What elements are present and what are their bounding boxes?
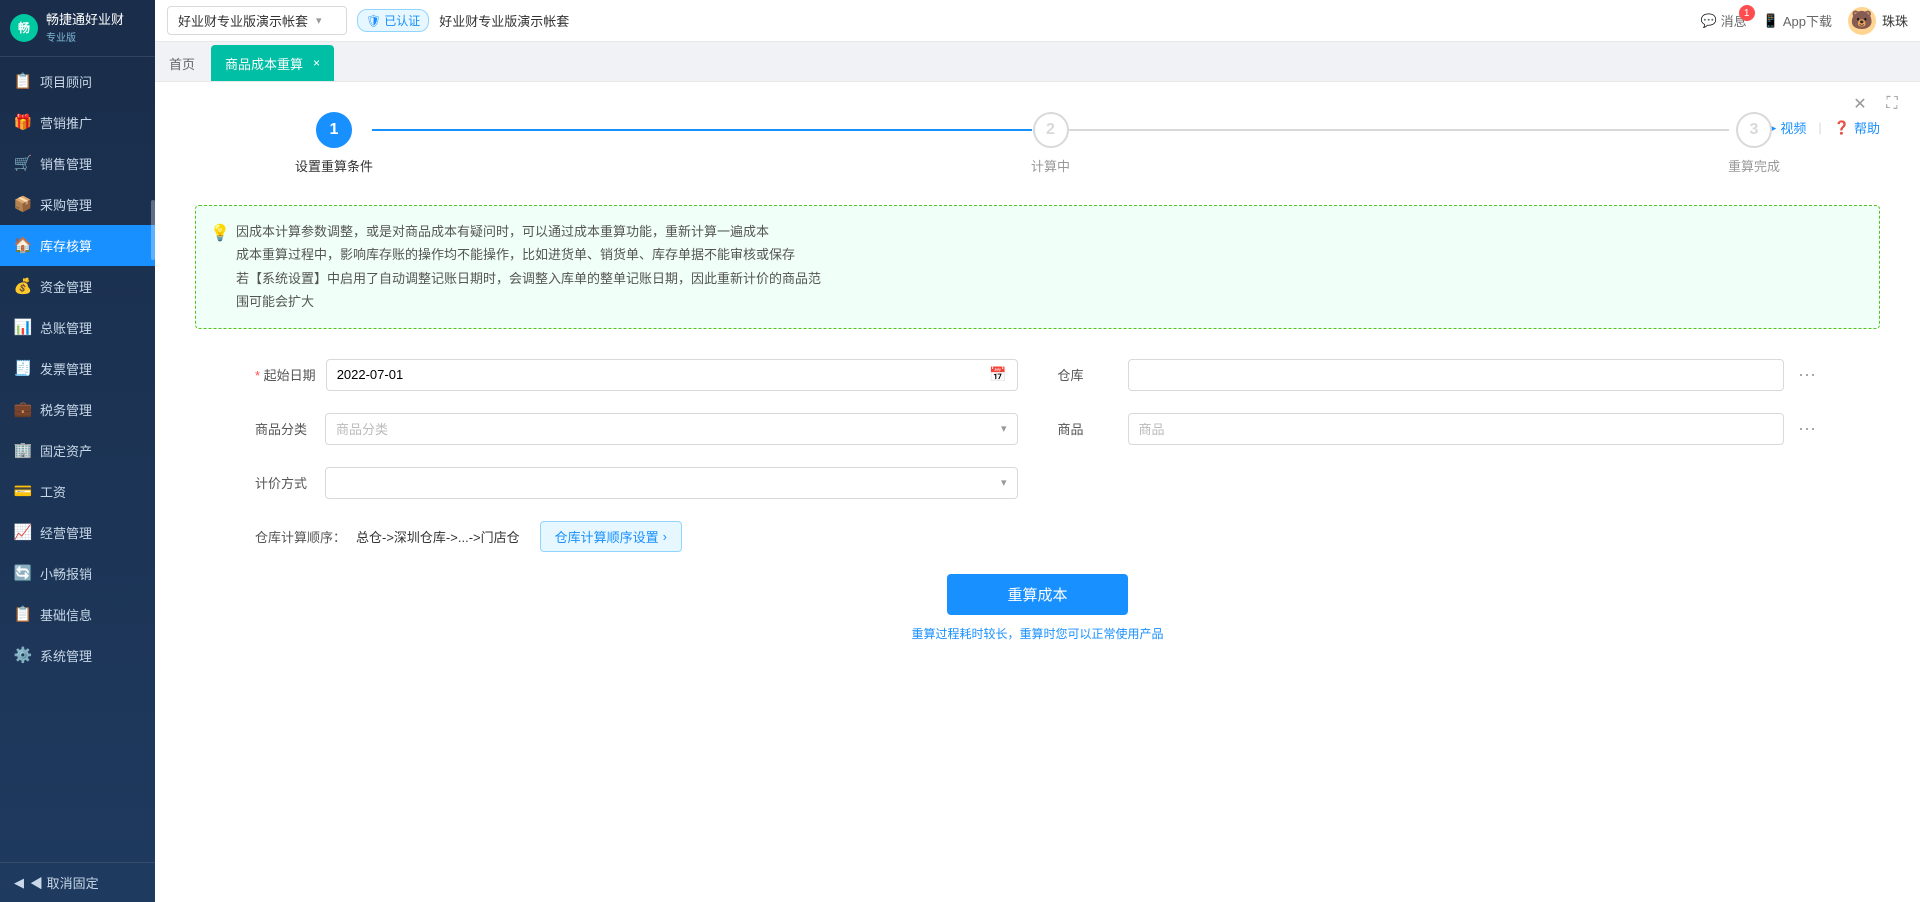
field-pricing: 计价方式 ▾ <box>255 467 1018 499</box>
invoice-icon: 🧾 <box>14 359 32 377</box>
inventory-icon: 🏠 <box>14 236 32 254</box>
sidebar-item-operations[interactable]: 📈 经营管理 <box>0 512 155 553</box>
step-3-circle: 3 <box>1736 112 1772 148</box>
tab-home[interactable]: 首页 <box>155 45 209 81</box>
messages-button[interactable]: 💬 消息 1 <box>1700 11 1746 30</box>
sidebar-item-ledger[interactable]: 📊 总账管理 <box>0 307 155 348</box>
account-chevron-icon: ▾ <box>316 14 322 27</box>
purchase-icon: 📦 <box>14 195 32 213</box>
topbar: 好业财专业版演示帐套 ▾ 🛡 已认证 好业财专业版演示帐套 💬 消息 1 📱 A… <box>155 0 1920 42</box>
steps-help: ▶ 视频 | ❓ 帮助 <box>1766 118 1880 137</box>
field-goods: 商品 商品 ··· <box>1058 413 1821 445</box>
main-area: 好业财专业版演示帐套 ▾ 🛡 已认证 好业财专业版演示帐套 💬 消息 1 📱 A… <box>155 0 1920 902</box>
form-section: 起始日期 📅 仓库 ··· <box>195 359 1880 552</box>
salary-icon: 💳 <box>14 482 32 500</box>
expense-icon: 🔄 <box>14 564 32 582</box>
step-connector-2 <box>1069 129 1729 131</box>
expand-window-button[interactable]: ⛶ <box>1880 92 1904 116</box>
field-category: 商品分类 商品分类 ▾ <box>255 413 1018 445</box>
sidebar-item-finance[interactable]: 💰 资金管理 <box>0 266 155 307</box>
warehouse-order-settings-button[interactable]: 仓库计算顺序设置 › <box>540 521 682 552</box>
operations-icon: 📈 <box>14 523 32 541</box>
sidebar-item-sales[interactable]: 🛒 销售管理 <box>0 143 155 184</box>
step-1-circle: 1 <box>316 112 352 148</box>
sidebar-item-invoice[interactable]: 🧾 发票管理 <box>0 348 155 389</box>
chevron-right-icon: › <box>663 529 667 544</box>
ledger-icon: 📊 <box>14 318 32 336</box>
tabs-bar: 首页 商品成本重算 × <box>155 42 1920 82</box>
sidebar-logo: 畅 畅捷通好业财 专业版 <box>0 0 155 57</box>
recalc-note: 重算过程耗时较长，重算时您可以正常使用产品 <box>195 625 1880 642</box>
category-chevron-icon: ▾ <box>1001 422 1007 435</box>
account-selector[interactable]: 好业财专业版演示帐套 ▾ <box>167 6 347 35</box>
tab-cost-recalc[interactable]: 商品成本重算 × <box>211 45 334 81</box>
content-inner: 1 设置重算条件 2 计算中 3 重算完成 <box>155 82 1920 672</box>
info-icon: 💡 <box>210 220 230 249</box>
basic-icon: 📋 <box>14 605 32 623</box>
system-icon: ⚙️ <box>14 646 32 664</box>
form-row-2: 商品分类 商品分类 ▾ 商品 商品 ··· <box>255 413 1820 445</box>
unpin-icon: ◀ <box>14 875 24 891</box>
sidebar-item-basic[interactable]: 📋 基础信息 <box>0 594 155 635</box>
assets-icon: 🏢 <box>14 441 32 459</box>
avatar: 🐻 <box>1848 7 1876 35</box>
logo-icon: 畅 <box>10 14 38 42</box>
warehouse-select[interactable] <box>1128 359 1785 391</box>
field-warehouse: 仓库 ··· <box>1058 359 1821 391</box>
sidebar-item-marketing[interactable]: 🎁 营销推广 <box>0 102 155 143</box>
pricing-select[interactable]: ▾ <box>325 467 1018 499</box>
field-start-date: 起始日期 📅 <box>255 359 1018 391</box>
tab-close-icon[interactable]: × <box>313 56 320 70</box>
message-icon: 💬 <box>1700 13 1716 29</box>
sidebar-nav: 📋 项目顾问 🎁 营销推广 🛒 销售管理 📦 采购管理 🏠 库存核算 💰 资金管… <box>0 57 155 862</box>
start-date-input-wrap: 📅 <box>326 359 1018 391</box>
marketing-icon: 🎁 <box>14 113 32 131</box>
question-icon: ❓ <box>1834 120 1850 136</box>
finance-icon: 💰 <box>14 277 32 295</box>
step-2: 2 计算中 <box>1031 112 1070 175</box>
phone-icon: 📱 <box>1763 13 1779 29</box>
sidebar-item-tax[interactable]: 💼 税务管理 <box>0 389 155 430</box>
form-row-3: 计价方式 ▾ <box>255 467 1820 499</box>
sidebar-item-inventory[interactable]: 🏠 库存核算 <box>0 225 155 266</box>
form-row-1: 起始日期 📅 仓库 ··· <box>255 359 1820 391</box>
tax-icon: 💼 <box>14 400 32 418</box>
steps-container: 1 设置重算条件 2 计算中 3 重算完成 <box>195 112 1880 175</box>
help-button[interactable]: ❓ 帮助 <box>1834 118 1880 137</box>
content-area: ✕ ⛶ 1 设置重算条件 2 计算中 <box>155 82 1920 902</box>
step-2-circle: 2 <box>1033 112 1069 148</box>
sidebar: 畅 畅捷通好业财 专业版 📋 项目顾问 🎁 营销推广 🛒 销售管理 📦 采购管理… <box>0 0 155 902</box>
sidebar-item-purchase[interactable]: 📦 采购管理 <box>0 184 155 225</box>
start-date-input[interactable] <box>337 367 985 382</box>
project-icon: 📋 <box>14 72 32 90</box>
sidebar-item-salary[interactable]: 💳 工资 <box>0 471 155 512</box>
goods-select[interactable]: 商品 <box>1128 413 1785 445</box>
goods-more-btn[interactable]: ··· <box>1794 418 1820 439</box>
category-select[interactable]: 商品分类 ▾ <box>325 413 1018 445</box>
info-box-content: 因成本计算参数调整，或是对商品成本有疑问时，可以通过成本重算功能，重新计算一遍成… <box>212 220 1863 314</box>
calendar-icon[interactable]: 📅 <box>989 366 1006 383</box>
sidebar-unpin-button[interactable]: ◀ ◀ 取消固定 <box>0 862 155 902</box>
user-profile[interactable]: 🐻 珠珠 <box>1848 7 1908 35</box>
step-3: 3 重算完成 <box>1728 112 1780 175</box>
step-1: 1 设置重算条件 <box>295 112 373 175</box>
app-download-button[interactable]: 📱 App下载 <box>1763 11 1832 30</box>
sales-icon: 🛒 <box>14 154 32 172</box>
topbar-right: 💬 消息 1 📱 App下载 🐻 珠珠 <box>1700 7 1908 35</box>
step-connector-1 <box>372 129 1032 131</box>
sidebar-item-project[interactable]: 📋 项目顾问 <box>0 61 155 102</box>
warehouse-order-row: 仓库计算顺序： 总仓->深圳仓库->...->门店仓 仓库计算顺序设置 › <box>255 521 1820 552</box>
shield-icon: 🛡 <box>366 14 381 28</box>
pricing-chevron-icon: ▾ <box>1001 476 1007 489</box>
warehouse-more-btn[interactable]: ··· <box>1794 364 1820 385</box>
recalc-cost-button[interactable]: 重算成本 <box>947 574 1127 615</box>
verified-badge: 🛡 已认证 <box>357 9 429 32</box>
sidebar-item-assets[interactable]: 🏢 固定资产 <box>0 430 155 471</box>
sidebar-item-system[interactable]: ⚙️ 系统管理 <box>0 635 155 676</box>
info-box: 💡 因成本计算参数调整，或是对商品成本有疑问时，可以通过成本重算功能，重新计算一… <box>195 205 1880 329</box>
logo-text: 畅捷通好业财 专业版 <box>46 12 124 44</box>
sidebar-item-expense[interactable]: 🔄 小畅报销 <box>0 553 155 594</box>
